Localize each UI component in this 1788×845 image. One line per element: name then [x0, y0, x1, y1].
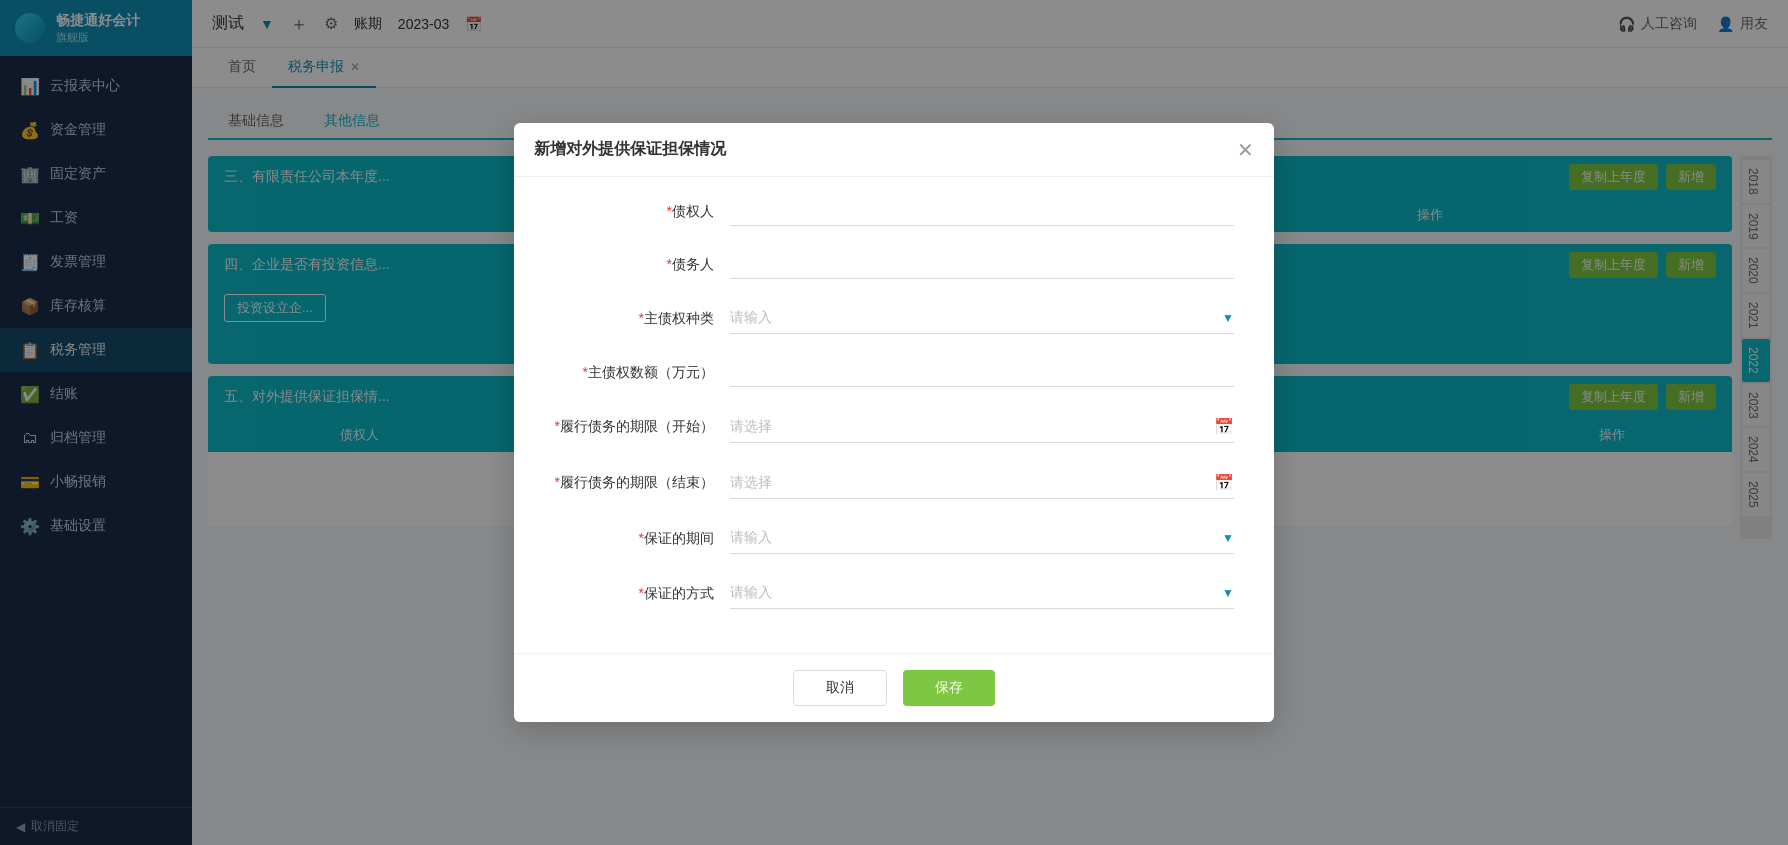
form-control-zhaiquanren [730, 197, 1234, 226]
form-row-end: *履行债务的期限（结束） 请选择 📅 [554, 467, 1234, 499]
baozhengqijian-arrow-icon: ▼ [1222, 531, 1234, 545]
zhulei-placeholder: 请输入 [730, 309, 772, 327]
form-row-baozhengqijian: *保证的期间 请输入 ▼ [554, 523, 1234, 554]
form-row-zhaiwuren: *债务人 [554, 250, 1234, 279]
form-control-shue [730, 358, 1234, 387]
form-label-start: *履行债务的期限（开始） [554, 418, 714, 436]
modal-close-button[interactable]: ✕ [1237, 140, 1254, 160]
zhaiwuren-input[interactable] [730, 250, 1234, 279]
baozhengqijian-placeholder: 请输入 [730, 529, 772, 547]
calendar-end-icon: 📅 [1214, 473, 1234, 492]
form-row-shue: *主债权数额（万元） [554, 358, 1234, 387]
modal: 新增对外提供保证担保情况 ✕ *债权人 *债务人 [514, 123, 1274, 722]
form-row-start: *履行债务的期限（开始） 请选择 📅 [554, 411, 1234, 443]
start-date-picker[interactable]: 请选择 📅 [730, 411, 1234, 443]
form-label-baozhengqijian: *保证的期间 [554, 530, 714, 548]
shue-input[interactable] [730, 358, 1234, 387]
form-label-zhaiquanren: *债权人 [554, 203, 714, 221]
baozhengfangshi-select[interactable]: 请输入 ▼ [730, 578, 1234, 609]
form-control-baozhengqijian: 请输入 ▼ [730, 523, 1234, 554]
form-control-zhaiwuren [730, 250, 1234, 279]
cancel-button[interactable]: 取消 [793, 670, 887, 706]
form-label-zhulei: *主债权种类 [554, 310, 714, 328]
end-date-placeholder: 请选择 [730, 474, 772, 492]
form-row-zhaiquanren: *债权人 [554, 197, 1234, 226]
save-button[interactable]: 保存 [903, 670, 995, 706]
form-control-baozhengfangshi: 请输入 ▼ [730, 578, 1234, 609]
form-control-end: 请选择 📅 [730, 467, 1234, 499]
form-row-baozhengfangshi: *保证的方式 请输入 ▼ [554, 578, 1234, 609]
form-row-zhulei: *主债权种类 请输入 ▼ [554, 303, 1234, 334]
start-date-placeholder: 请选择 [730, 418, 772, 436]
zhaiquanren-input[interactable] [730, 197, 1234, 226]
end-date-picker[interactable]: 请选择 📅 [730, 467, 1234, 499]
form-label-end: *履行债务的期限（结束） [554, 474, 714, 492]
modal-header: 新增对外提供保证担保情况 ✕ [514, 123, 1274, 177]
form-control-zhulei: 请输入 ▼ [730, 303, 1234, 334]
modal-body: *债权人 *债务人 *主债权种类 [514, 177, 1274, 653]
baozhengfangshi-placeholder: 请输入 [730, 584, 772, 602]
form-label-baozhengfangshi: *保证的方式 [554, 585, 714, 603]
baozhengfangshi-arrow-icon: ▼ [1222, 586, 1234, 600]
baozhengqijian-select[interactable]: 请输入 ▼ [730, 523, 1234, 554]
modal-title: 新增对外提供保证担保情况 [534, 139, 726, 160]
calendar-start-icon: 📅 [1214, 417, 1234, 436]
zhulei-select[interactable]: 请输入 ▼ [730, 303, 1234, 334]
modal-overlay: 新增对外提供保证担保情况 ✕ *债权人 *债务人 [0, 0, 1788, 845]
form-control-start: 请选择 📅 [730, 411, 1234, 443]
form-label-shue: *主债权数额（万元） [554, 364, 714, 382]
form-label-zhaiwuren: *债务人 [554, 256, 714, 274]
modal-footer: 取消 保存 [514, 653, 1274, 722]
zhulei-arrow-icon: ▼ [1222, 311, 1234, 325]
